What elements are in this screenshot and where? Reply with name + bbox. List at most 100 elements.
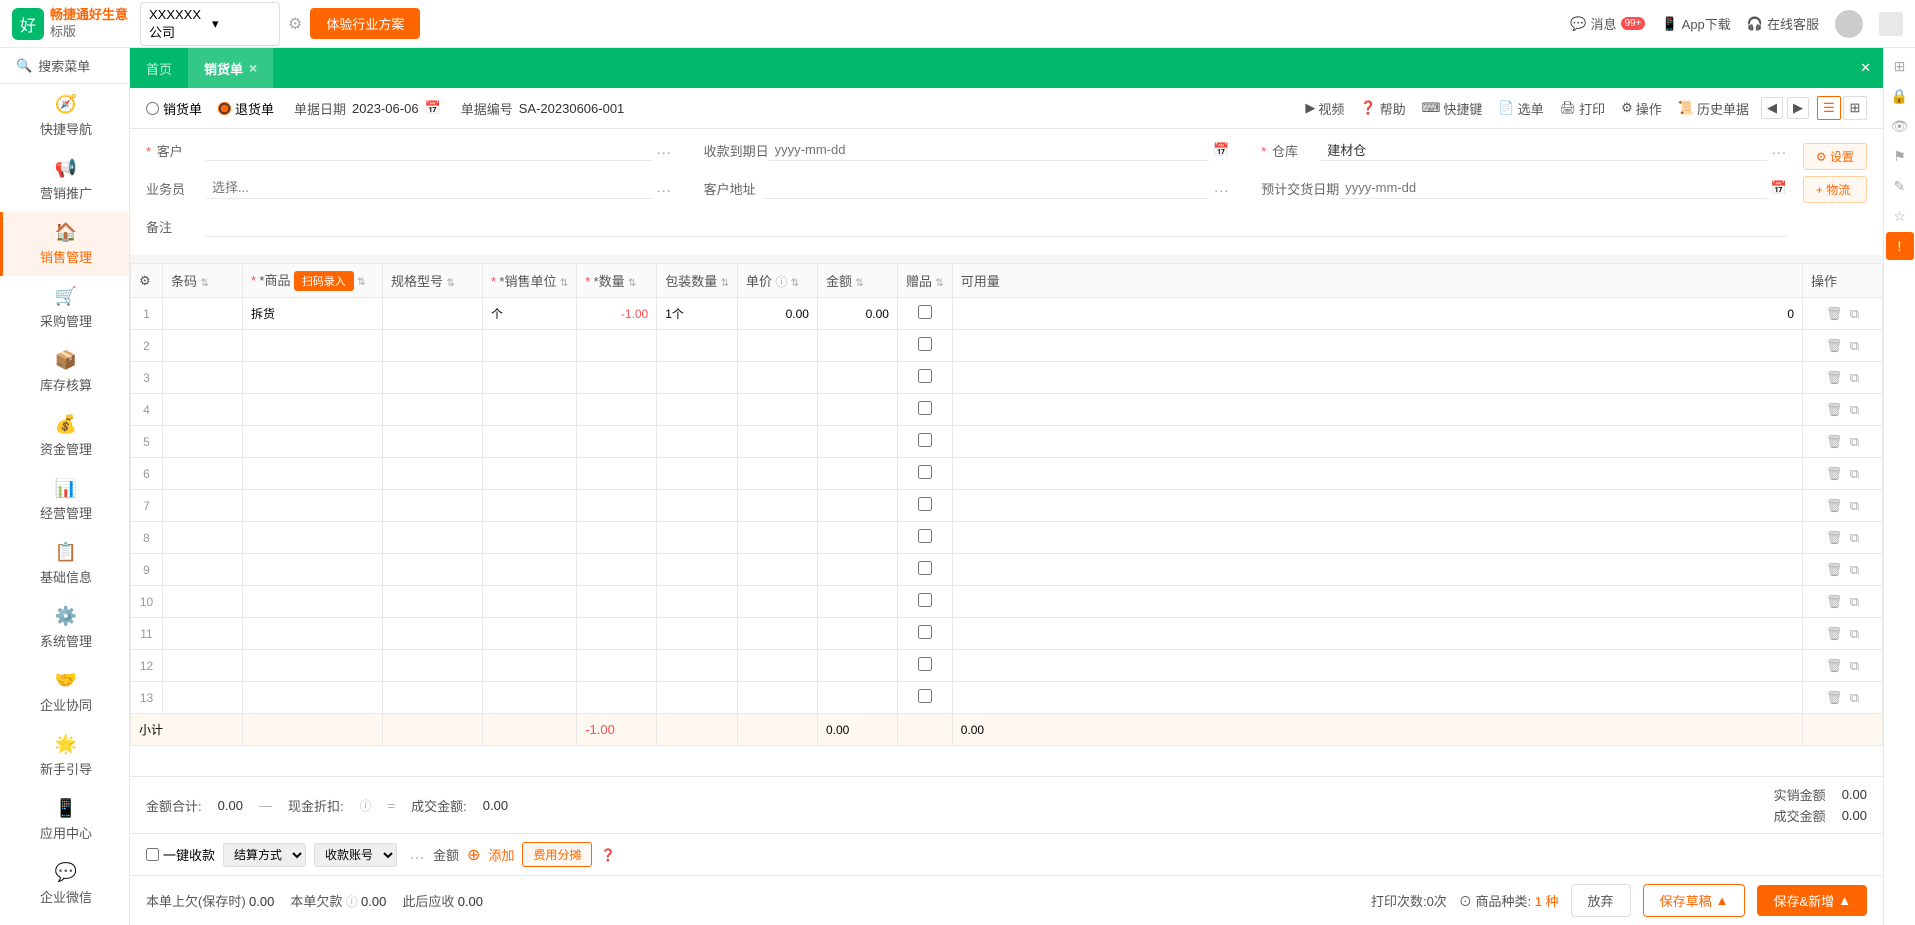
- delete-row-icon[interactable]: 🗑: [1826, 562, 1843, 577]
- rt-flag[interactable]: ⚑: [1886, 142, 1914, 170]
- copy-row-icon[interactable]: ⧉: [1850, 562, 1859, 577]
- row-spec[interactable]: [383, 650, 483, 682]
- row-amount[interactable]: [817, 554, 897, 586]
- row-qty[interactable]: [577, 682, 657, 714]
- one-click-payment-checkbox[interactable]: 一键收款: [146, 845, 215, 864]
- row-spec[interactable]: [383, 394, 483, 426]
- row-pack-qty[interactable]: [657, 586, 738, 618]
- warehouse-picker-icon[interactable]: …: [1771, 141, 1787, 159]
- sort-pack-qty-icon[interactable]: ⇅: [721, 278, 729, 289]
- rt-pencil[interactable]: ✎: [1886, 172, 1914, 200]
- delete-row-icon[interactable]: 🗑: [1826, 306, 1843, 321]
- cash-discount-info-icon[interactable]: ⓘ: [360, 797, 372, 814]
- sidebar-item-wechat[interactable]: 💬 企业微信: [0, 852, 129, 916]
- row-spec[interactable]: [383, 426, 483, 458]
- row-price[interactable]: [737, 458, 817, 490]
- row-amount[interactable]: [817, 298, 897, 330]
- row-qty[interactable]: [577, 298, 657, 330]
- expense-split-button[interactable]: 费用分摊: [522, 842, 592, 867]
- row-qty[interactable]: [577, 458, 657, 490]
- trial-button[interactable]: 体验行业方案: [310, 8, 420, 39]
- row-unit[interactable]: [483, 554, 577, 586]
- rt-alert[interactable]: !: [1886, 232, 1914, 260]
- save-new-button[interactable]: 保存&新增 ▲: [1757, 885, 1867, 916]
- rt-lock[interactable]: 🔒: [1886, 82, 1914, 110]
- row-gift[interactable]: [897, 330, 952, 362]
- row-unit[interactable]: [483, 426, 577, 458]
- row-amount[interactable]: [817, 330, 897, 362]
- row-unit[interactable]: [483, 394, 577, 426]
- row-amount[interactable]: [817, 650, 897, 682]
- company-selector[interactable]: XXXXXX公司 ▾: [140, 2, 280, 46]
- customer-picker-icon[interactable]: …: [656, 141, 672, 159]
- warehouse-input[interactable]: [1321, 139, 1767, 161]
- copy-row-icon[interactable]: ⧉: [1850, 626, 1859, 641]
- sidebar-item-quick-nav[interactable]: 🧭 快捷导航: [0, 84, 129, 148]
- sort-qty-icon[interactable]: ⇅: [628, 278, 636, 289]
- row-gift[interactable]: [897, 298, 952, 330]
- row-spec[interactable]: [383, 554, 483, 586]
- row-price[interactable]: [737, 682, 817, 714]
- row-barcode[interactable]: [163, 298, 243, 330]
- rt-expand[interactable]: ⊞: [1886, 52, 1914, 80]
- tab-sales-order[interactable]: 销货单 ×: [188, 48, 273, 88]
- copy-row-icon[interactable]: ⧉: [1850, 306, 1859, 321]
- tab-close-icon[interactable]: ×: [249, 60, 257, 76]
- row-qty[interactable]: [577, 490, 657, 522]
- customer-addr-input[interactable]: [764, 177, 1210, 199]
- row-unit[interactable]: [483, 522, 577, 554]
- row-unit[interactable]: [483, 362, 577, 394]
- row-product[interactable]: [243, 618, 383, 650]
- row-gift[interactable]: [897, 362, 952, 394]
- expected-date-input[interactable]: [1339, 177, 1766, 199]
- row-amount[interactable]: [817, 618, 897, 650]
- row-amount[interactable]: [817, 426, 897, 458]
- row-price[interactable]: [737, 330, 817, 362]
- delete-row-icon[interactable]: 🗑: [1826, 434, 1843, 449]
- row-gift[interactable]: [897, 586, 952, 618]
- sidebar-item-newbie[interactable]: 🌟 新手引导: [0, 724, 129, 788]
- sidebar-item-member[interactable]: 👑 畅会员: [0, 916, 129, 925]
- row-product[interactable]: [243, 522, 383, 554]
- row-gift[interactable]: [897, 394, 952, 426]
- tab-close-all[interactable]: ✕: [1860, 60, 1883, 76]
- row-pack-qty[interactable]: [657, 650, 738, 682]
- row-spec[interactable]: [383, 330, 483, 362]
- copy-row-icon[interactable]: ⧉: [1850, 402, 1859, 417]
- radio-sales-order[interactable]: 销货单: [146, 99, 202, 118]
- row-pack-qty[interactable]: [657, 298, 738, 330]
- row-qty[interactable]: [577, 650, 657, 682]
- copy-row-icon[interactable]: ⧉: [1850, 690, 1859, 705]
- price-info-icon[interactable]: ⓘ: [775, 275, 787, 289]
- add-payment-icon[interactable]: ⊕: [467, 845, 480, 865]
- row-product[interactable]: [243, 298, 383, 330]
- row-pack-qty[interactable]: [657, 490, 738, 522]
- row-qty[interactable]: [577, 618, 657, 650]
- add-payment-label[interactable]: 添加: [488, 845, 514, 864]
- account-picker-icon[interactable]: …: [409, 846, 425, 864]
- row-product[interactable]: [243, 650, 383, 682]
- row-price[interactable]: [737, 650, 817, 682]
- row-barcode[interactable]: [163, 586, 243, 618]
- expected-date-calendar-icon[interactable]: 📅: [1771, 180, 1787, 196]
- app-download-button[interactable]: 📱 App下载: [1661, 14, 1730, 33]
- expense-info-icon[interactable]: ❓: [600, 848, 615, 862]
- settings-icon[interactable]: ⚙: [288, 14, 302, 34]
- sort-amount-icon[interactable]: ⇅: [855, 278, 863, 289]
- avatar[interactable]: [1835, 10, 1863, 38]
- sidebar-item-purchase[interactable]: 🛒 采购管理: [0, 276, 129, 340]
- next-arrow[interactable]: ▶: [1787, 97, 1809, 119]
- row-product[interactable]: [243, 458, 383, 490]
- row-price[interactable]: [737, 586, 817, 618]
- sort-gift-icon[interactable]: ⇅: [935, 278, 943, 289]
- row-price[interactable]: [737, 362, 817, 394]
- row-amount[interactable]: [817, 394, 897, 426]
- delete-row-icon[interactable]: 🗑: [1826, 370, 1843, 385]
- row-product[interactable]: [243, 330, 383, 362]
- row-unit[interactable]: [483, 618, 577, 650]
- row-price[interactable]: [737, 298, 817, 330]
- radio-return-order[interactable]: 退货单: [218, 99, 274, 118]
- row-price[interactable]: [737, 522, 817, 554]
- toolbar-pick[interactable]: 📄 选单: [1494, 97, 1547, 120]
- customer-input[interactable]: [206, 139, 652, 161]
